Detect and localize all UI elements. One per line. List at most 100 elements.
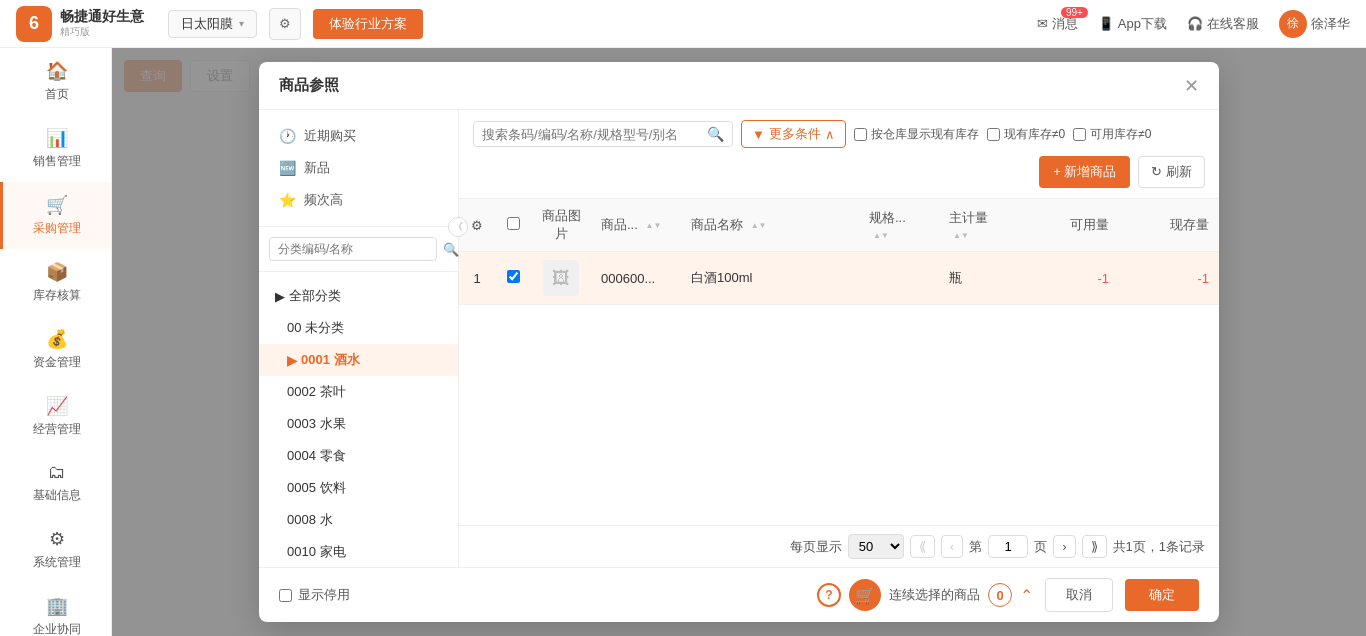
cancel-button[interactable]: 取消 (1045, 578, 1113, 612)
quick-link-frequent-label: 频次高 (304, 191, 343, 209)
row-checkbox[interactable] (507, 270, 520, 283)
store-selector[interactable]: 日太阳膜 ▾ (168, 10, 257, 38)
disabled-check[interactable] (279, 589, 292, 602)
filter-icon: ▼ (752, 127, 765, 142)
show-disabled-checkbox[interactable]: 显示停用 (279, 586, 350, 604)
row-img-cell: 🖼 (531, 252, 591, 305)
total-info: 共1页，1条记录 (1113, 538, 1205, 556)
category-0005[interactable]: 0005 饮料 (259, 472, 458, 504)
finance-icon: 💰 (46, 328, 68, 350)
filter-check-3[interactable]: 可用库存≠0 (1073, 126, 1151, 143)
confirm-button[interactable]: 确定 (1125, 579, 1199, 611)
sidebar-item-basic[interactable]: 🗂 基础信息 (0, 450, 111, 516)
online-service-item[interactable]: 🎧 在线客服 (1187, 15, 1259, 33)
table-row[interactable]: 1 🖼 000600... 白酒100ml (459, 252, 1219, 305)
category-search-input[interactable] (269, 237, 437, 261)
filter-actions: + 新增商品 ↻ 刷新 (1039, 156, 1205, 188)
check-available-stock[interactable] (1073, 128, 1086, 141)
inventory-icon: 📦 (46, 261, 68, 283)
col-header-unit[interactable]: 主计量 ▲▼ (939, 199, 1019, 252)
add-goods-button[interactable]: + 新增商品 (1039, 156, 1130, 188)
collapse-panel-button[interactable]: 《 (448, 217, 468, 237)
col-header-stock: 现存量 (1119, 199, 1219, 252)
col-header-check[interactable] (495, 199, 531, 252)
goods-search-input[interactable] (482, 127, 707, 142)
col-header-code[interactable]: 商品... ▲▼ (591, 199, 681, 252)
row-name-cell: 白酒100ml (681, 252, 859, 305)
message-icon: ✉ (1037, 16, 1048, 31)
sidebar-item-enterprise[interactable]: 🏢 企业协同 (0, 583, 111, 636)
category-search-area: 🔍 (259, 227, 458, 272)
page-size-select[interactable]: 10 20 50 100 (848, 534, 904, 559)
sidebar-label-enterprise: 企业协同 (33, 621, 81, 636)
last-page-button[interactable]: ⟫ (1082, 535, 1107, 558)
goods-table: ⚙ 商品图片 商品... ▲▼ (459, 199, 1219, 305)
next-page-button[interactable]: › (1053, 535, 1075, 558)
category-all[interactable]: ▶ 全部分类 (259, 280, 458, 312)
avatar: 徐 (1279, 10, 1307, 38)
quick-link-recent-label: 近期购买 (304, 127, 356, 145)
category-0010[interactable]: 0010 家电 (259, 536, 458, 567)
system-icon: ⚙ (49, 528, 65, 550)
col-header-spec[interactable]: 规格... ▲▼ (859, 199, 939, 252)
quick-links: 🕐 近期购买 🆕 新品 ⭐ 频次高 (259, 110, 458, 227)
category-0001[interactable]: ▶ 0001 酒水 (259, 344, 458, 376)
content-area: 查询 设置 刷新 商品参照 ✕ 🕐 (112, 48, 1366, 636)
quick-link-frequent[interactable]: ⭐ 频次高 (269, 184, 448, 216)
quick-link-recent[interactable]: 🕐 近期购买 (269, 120, 448, 152)
category-00[interactable]: 00 未分类 (259, 312, 458, 344)
sidebar-item-purchase[interactable]: 🛒 采购管理 (0, 182, 111, 249)
trial-button[interactable]: 体验行业方案 (313, 9, 423, 39)
more-filters-button[interactable]: ▼ 更多条件 ∧ (741, 120, 846, 148)
modal-header: 商品参照 ✕ (259, 62, 1219, 110)
star-icon: ⭐ (279, 192, 296, 208)
category-0002[interactable]: 0002 茶叶 (259, 376, 458, 408)
refresh-button[interactable]: ↻ 刷新 (1138, 156, 1205, 188)
headset-icon: 🎧 (1187, 16, 1203, 31)
sidebar-item-sales[interactable]: 📊 销售管理 (0, 115, 111, 182)
row-num: 1 (459, 252, 495, 305)
quick-link-new[interactable]: 🆕 新品 (269, 152, 448, 184)
select-all-checkbox[interactable] (507, 217, 520, 230)
collapse-icon[interactable]: ⌃ (1020, 586, 1033, 605)
row-spec-cell (859, 252, 939, 305)
filter-check-1[interactable]: 按仓库显示现有库存 (854, 126, 979, 143)
page-number-input[interactable] (988, 535, 1028, 558)
continuous-label: 连续选择的商品 (889, 586, 980, 604)
sidebar-item-finance[interactable]: 💰 资金管理 (0, 316, 111, 383)
col-header-name[interactable]: 商品名称 ▲▼ (681, 199, 859, 252)
continuous-select-area: ? 🛒 连续选择的商品 0 ⌃ (817, 579, 1033, 611)
row-check-cell[interactable] (495, 252, 531, 305)
sidebar-item-inventory[interactable]: 📦 库存核算 (0, 249, 111, 316)
sidebar: 🏠 首页 📊 销售管理 🛒 采购管理 📦 库存核算 💰 资金管理 📈 经营管理 … (0, 48, 112, 636)
row-avail-cell: -1 (1019, 252, 1119, 305)
gear-button[interactable]: ⚙ (269, 8, 301, 40)
arrow-active-icon: ▶ (287, 353, 297, 368)
first-page-button[interactable]: ⟪ (910, 535, 935, 558)
category-0008[interactable]: 0008 水 (259, 504, 458, 536)
user-item[interactable]: 徐 徐泽华 (1279, 10, 1350, 38)
show-disabled-label: 显示停用 (298, 586, 350, 604)
category-0003[interactable]: 0003 水果 (259, 408, 458, 440)
arrow-right-icon: ▶ (275, 289, 285, 304)
sidebar-label-home: 首页 (45, 86, 69, 103)
modal-close-button[interactable]: ✕ (1184, 77, 1199, 95)
app-logo: 6 (16, 6, 52, 42)
sidebar-item-system[interactable]: ⚙ 系统管理 (0, 516, 111, 583)
filter-check-2[interactable]: 现有库存≠0 (987, 126, 1065, 143)
category-0004[interactable]: 0004 零食 (259, 440, 458, 472)
sales-icon: 📊 (46, 127, 68, 149)
filter-bar: 🔍 ▼ 更多条件 ∧ 按仓库显示现有库存 (459, 110, 1219, 199)
help-icon[interactable]: ? (817, 583, 841, 607)
app-download-item[interactable]: 📱 App下载 (1098, 15, 1167, 33)
right-panel: 🔍 ▼ 更多条件 ∧ 按仓库显示现有库存 (459, 110, 1219, 567)
search-icon[interactable]: 🔍 (707, 126, 724, 142)
sidebar-item-home[interactable]: 🏠 首页 (0, 48, 111, 115)
check-warehouse-stock[interactable] (854, 128, 867, 141)
prev-page-button[interactable]: ‹ (941, 535, 963, 558)
sidebar-item-operations[interactable]: 📈 经营管理 (0, 383, 111, 450)
message-item[interactable]: ✉ 消息 99+ (1037, 15, 1078, 33)
category-search-icon[interactable]: 🔍 (443, 242, 459, 257)
cart-button[interactable]: 🛒 (849, 579, 881, 611)
check-current-stock[interactable] (987, 128, 1000, 141)
